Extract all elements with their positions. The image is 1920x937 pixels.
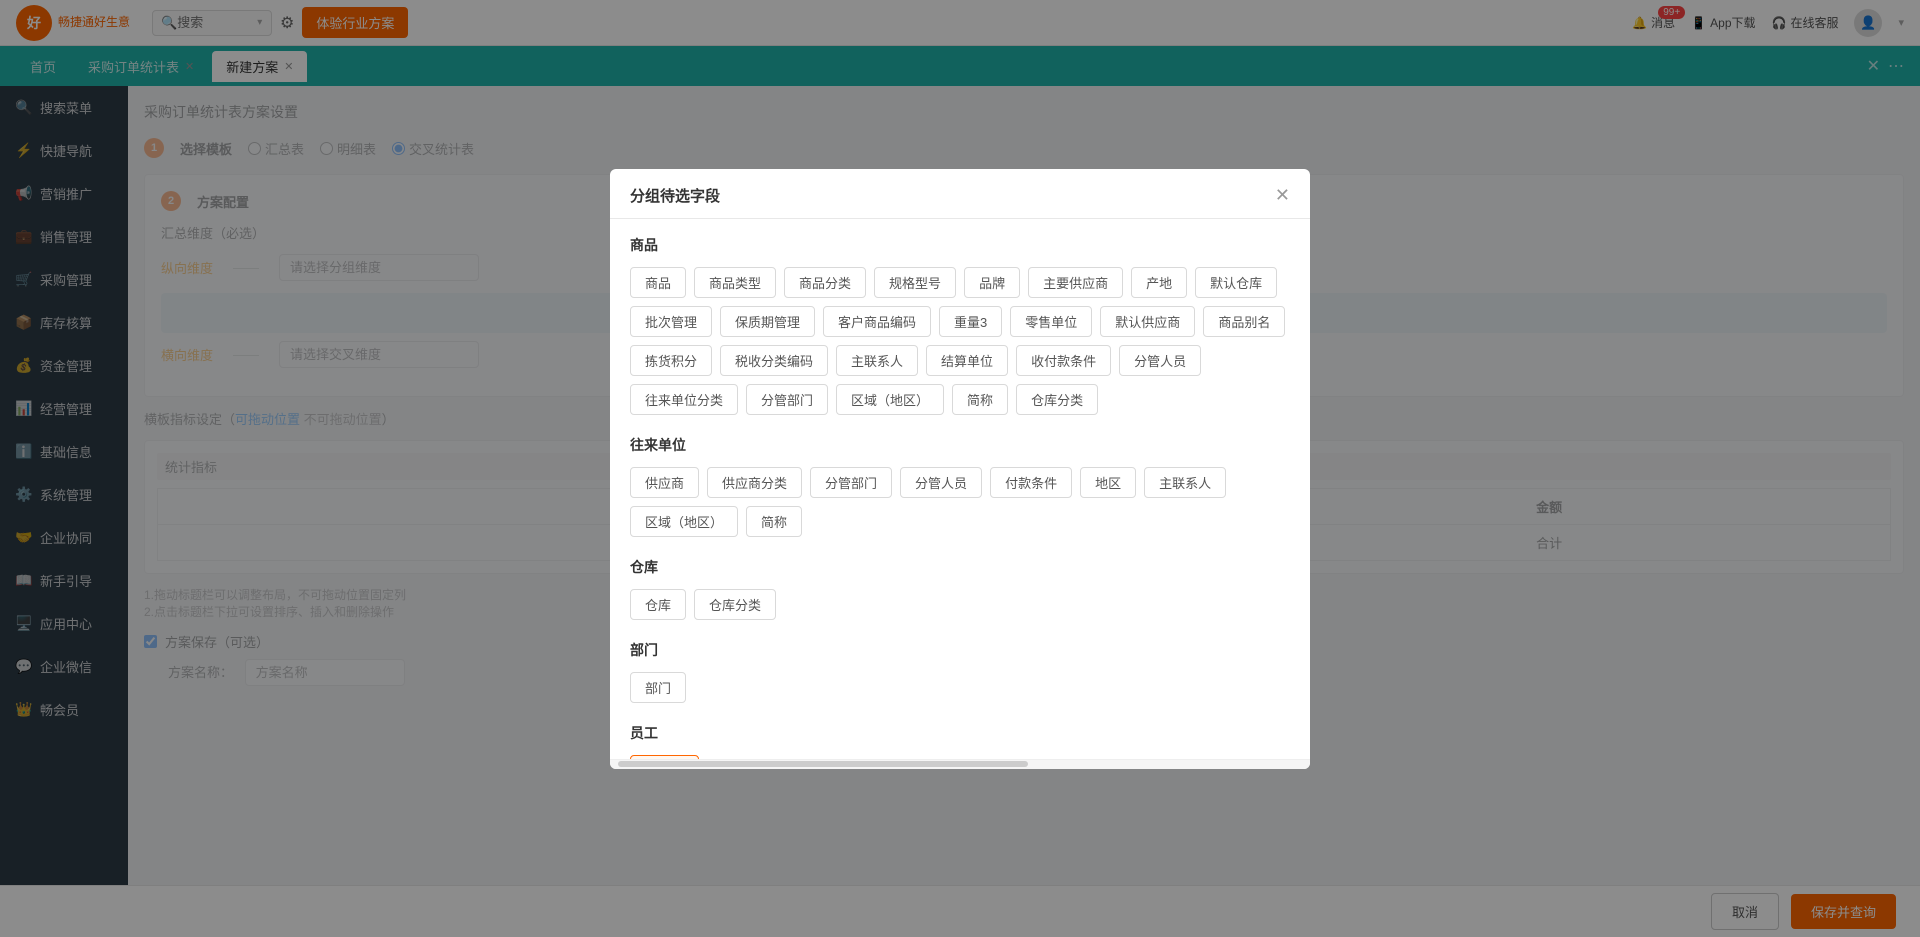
field-tag-1-1[interactable]: 供应商分类	[707, 467, 802, 498]
field-tag-1-0[interactable]: 供应商	[630, 467, 699, 498]
modal-body: 商品商品商品类型商品分类规格型号品牌主要供应商产地默认仓库批次管理保质期管理客户…	[610, 219, 1310, 759]
modal-title: 分组待选字段	[630, 185, 720, 206]
field-grid-1: 供应商供应商分类分管部门分管人员付款条件地区主联系人区域（地区） 简称	[630, 467, 1290, 537]
field-section-3: 部门部门	[630, 640, 1290, 703]
field-tag-0-12[interactable]: 零售单位	[1010, 306, 1092, 337]
field-tag-0-16[interactable]: 税收分类编码	[720, 345, 828, 376]
field-grid-0: 商品商品类型商品分类规格型号品牌主要供应商产地默认仓库批次管理保质期管理客户商品…	[630, 267, 1290, 415]
field-tag-0-7[interactable]: 默认仓库	[1195, 267, 1277, 298]
field-tag-0-17[interactable]: 主联系人	[836, 345, 918, 376]
section-title-1: 往来单位	[630, 435, 1290, 455]
field-section-0: 商品商品商品类型商品分类规格型号品牌主要供应商产地默认仓库批次管理保质期管理客户…	[630, 235, 1290, 415]
field-tag-0-25[interactable]: 仓库分类	[1016, 384, 1098, 415]
field-tag-1-2[interactable]: 分管部门	[810, 467, 892, 498]
field-section-1: 往来单位供应商供应商分类分管部门分管人员付款条件地区主联系人区域（地区） 简称	[630, 435, 1290, 537]
field-tag-1-8[interactable]: 简称	[746, 506, 802, 537]
field-tag-1-3[interactable]: 分管人员	[900, 467, 982, 498]
field-tag-0-9[interactable]: 保质期管理	[720, 306, 815, 337]
field-select-modal: 分组待选字段 ✕ 商品商品商品类型商品分类规格型号品牌主要供应商产地默认仓库批次…	[610, 169, 1310, 769]
field-tag-0-6[interactable]: 产地	[1131, 267, 1187, 298]
field-tag-0-11[interactable]: 重量3	[939, 306, 1002, 337]
field-tag-0-8[interactable]: 批次管理	[630, 306, 712, 337]
modal-hscroll-thumb[interactable]	[618, 761, 1028, 767]
field-tag-0-23[interactable]: 区域（地区）	[836, 384, 944, 415]
field-tag-0-19[interactable]: 收付款条件	[1016, 345, 1111, 376]
field-tag-2-1[interactable]: 仓库分类	[694, 589, 776, 620]
field-tag-0-18[interactable]: 结算单位	[926, 345, 1008, 376]
section-title-4: 员工	[630, 723, 1290, 743]
field-tag-0-2[interactable]: 商品分类	[784, 267, 866, 298]
field-tag-0-14[interactable]: 商品别名	[1203, 306, 1285, 337]
field-tag-0-22[interactable]: 分管部门	[746, 384, 828, 415]
modal-overlay: 分组待选字段 ✕ 商品商品商品类型商品分类规格型号品牌主要供应商产地默认仓库批次…	[0, 0, 1920, 937]
section-title-2: 仓库	[630, 557, 1290, 577]
section-title-3: 部门	[630, 640, 1290, 660]
field-tag-0-24[interactable]: 简称	[952, 384, 1008, 415]
field-grid-3: 部门	[630, 672, 1290, 703]
field-tag-0-21[interactable]: 往来单位分类	[630, 384, 738, 415]
field-tag-1-5[interactable]: 地区	[1080, 467, 1136, 498]
field-tag-0-3[interactable]: 规格型号	[874, 267, 956, 298]
field-tag-3-0[interactable]: 部门	[630, 672, 686, 703]
field-tag-0-15[interactable]: 拣货积分	[630, 345, 712, 376]
field-tag-2-0[interactable]: 仓库	[630, 589, 686, 620]
field-tag-0-20[interactable]: 分管人员	[1119, 345, 1201, 376]
field-tag-0-5[interactable]: 主要供应商	[1028, 267, 1123, 298]
field-section-4: 员工业务员	[630, 723, 1290, 759]
section-title-0: 商品	[630, 235, 1290, 255]
field-tag-1-4[interactable]: 付款条件	[990, 467, 1072, 498]
modal-hscrollbar[interactable]	[610, 759, 1310, 769]
field-tag-1-7[interactable]: 区域（地区）	[630, 506, 738, 537]
field-tag-0-10[interactable]: 客户商品编码	[823, 306, 931, 337]
field-tag-1-6[interactable]: 主联系人	[1144, 467, 1226, 498]
field-section-2: 仓库仓库仓库分类	[630, 557, 1290, 620]
modal-close-icon[interactable]: ✕	[1275, 185, 1290, 206]
field-tag-0-1[interactable]: 商品类型	[694, 267, 776, 298]
modal-header: 分组待选字段 ✕	[610, 169, 1310, 219]
field-tag-0-4[interactable]: 品牌	[964, 267, 1020, 298]
field-tag-0-0[interactable]: 商品	[630, 267, 686, 298]
field-grid-2: 仓库仓库分类	[630, 589, 1290, 620]
field-tag-0-13[interactable]: 默认供应商	[1100, 306, 1195, 337]
